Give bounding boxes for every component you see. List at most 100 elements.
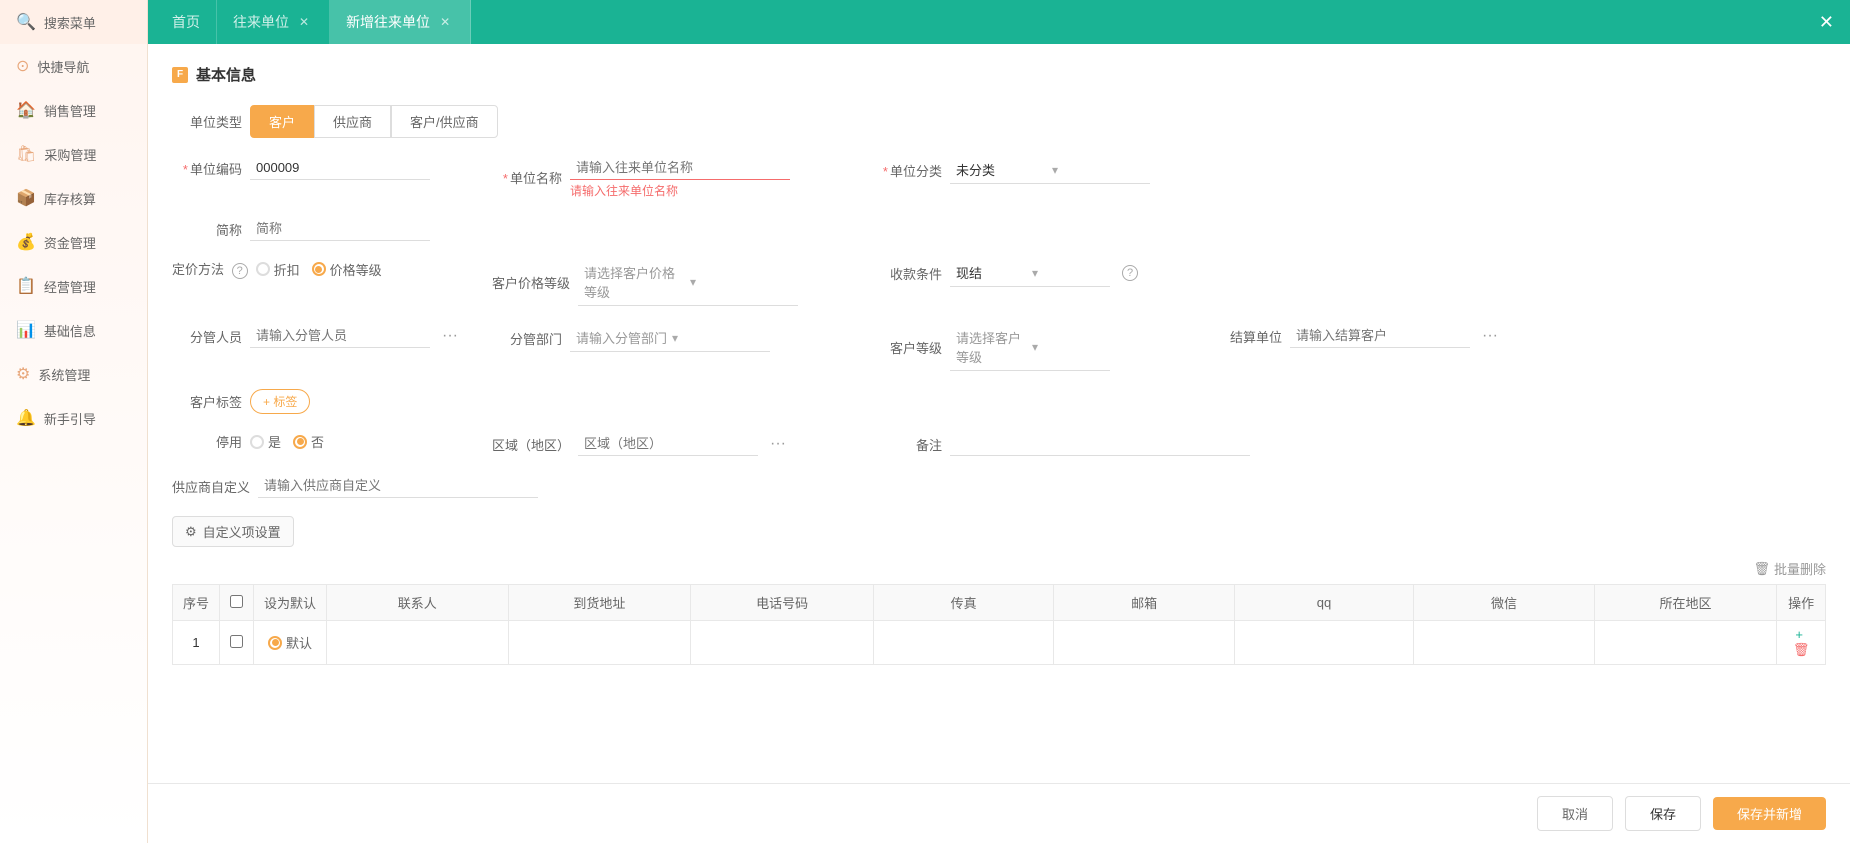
section-header-basic-info: F 基本信息	[172, 64, 1826, 85]
short-name-input[interactable]	[250, 217, 430, 241]
sidebar-item-inventory[interactable]: 📦 库存核算	[0, 176, 147, 220]
email-input[interactable]	[1062, 635, 1225, 650]
save-and-new-button[interactable]: 保存并新增	[1713, 797, 1826, 830]
cell-checkbox	[220, 621, 254, 665]
settlement-unit-input[interactable]	[1290, 324, 1470, 348]
cell-wechat[interactable]	[1414, 621, 1594, 665]
custom-settings-button[interactable]: ⚙ 自定义项设置	[172, 516, 294, 547]
supplier-custom-input[interactable]	[258, 474, 538, 498]
customer-level-select[interactable]: 请选择客户等级 ▾	[950, 324, 1110, 371]
pricing-radio-level[interactable]: 价格等级	[312, 260, 382, 279]
type-btn-customer[interactable]: 客户	[250, 105, 314, 138]
add-tag-button[interactable]: + 标签	[250, 389, 310, 414]
pricing-radio-level-circle	[312, 262, 326, 276]
sidebar-item-quick-nav[interactable]: ⊙ 快捷导航	[0, 44, 147, 88]
customer-price-level-placeholder: 请选择客户价格等级	[584, 263, 686, 301]
row-region-input[interactable]	[1603, 635, 1769, 650]
cell-fax[interactable]	[873, 621, 1053, 665]
field-disable: 停用 是 否	[172, 432, 492, 451]
sidebar-item-system[interactable]: ⚙ 系统管理	[0, 352, 147, 396]
region-more-btn[interactable]: ···	[766, 435, 790, 453]
sidebar-item-finance[interactable]: 💰 资金管理	[0, 220, 147, 264]
unit-category-select[interactable]: 未分类 ▾	[950, 156, 1150, 184]
sidebar-item-purchase[interactable]: 🛍 采购管理	[0, 132, 147, 176]
cell-address[interactable]	[508, 621, 691, 665]
note-input[interactable]	[950, 432, 1250, 456]
window-close-button[interactable]: ✕	[1811, 12, 1842, 33]
default-label: 默认	[286, 633, 312, 652]
sidebar-label-system: 系统管理	[38, 365, 90, 384]
field-unit-name: *单位名称 请输入往来单位名称	[492, 156, 872, 199]
region-input[interactable]	[578, 432, 758, 456]
unit-name-input[interactable]	[570, 156, 790, 180]
col-contact: 联系人	[327, 585, 509, 621]
pricing-option-level: 价格等级	[330, 260, 382, 279]
row-checkbox[interactable]	[230, 635, 243, 648]
sidebar-item-operation[interactable]: 📋 经营管理	[0, 264, 147, 308]
department-arrow: ▾	[672, 331, 764, 345]
qq-input[interactable]	[1243, 635, 1405, 650]
field-short-name: 简称	[172, 217, 492, 241]
disable-radio-no[interactable]: 否	[293, 432, 324, 451]
pricing-radio-discount[interactable]: 折扣	[256, 260, 300, 279]
cell-email[interactable]	[1054, 621, 1234, 665]
wechat-input[interactable]	[1422, 635, 1585, 650]
field-customer-price-level: 客户价格等级 请选择客户价格等级 ▾	[492, 259, 872, 306]
guide-icon: 🔔	[16, 408, 36, 428]
save-button[interactable]: 保存	[1625, 796, 1701, 831]
sidebar-label-purchase: 采购管理	[44, 145, 96, 164]
section-title-basic-info: 基本信息	[196, 64, 256, 85]
sidebar-item-sales[interactable]: 🏠 销售管理	[0, 88, 147, 132]
default-radio-item[interactable]: 默认	[262, 633, 318, 652]
unit-type-btn-group: 客户 供应商 客户/供应商	[250, 105, 498, 138]
pricing-radio-discount-circle	[256, 262, 270, 276]
department-select[interactable]: 请输入分管部门 ▾	[570, 324, 770, 352]
note-label: 备注	[872, 435, 942, 454]
sidebar-item-guide[interactable]: 🔔 新手引导	[0, 396, 147, 440]
type-btn-supplier[interactable]: 供应商	[314, 105, 391, 138]
unit-name-error: 请输入往来单位名称	[570, 182, 790, 199]
sidebar-label-quick-nav: 快捷导航	[37, 57, 89, 76]
customer-price-level-select[interactable]: 请选择客户价格等级 ▾	[578, 259, 798, 306]
tab-new-partner[interactable]: 新增往来单位 ✕	[330, 0, 471, 44]
customer-tag-label: 客户标签	[172, 392, 242, 411]
payment-terms-select[interactable]: 现结 ▾	[950, 259, 1110, 287]
cell-phone[interactable]	[691, 621, 874, 665]
form-row-short-name: 简称	[172, 217, 1826, 241]
unit-code-input[interactable]	[250, 156, 430, 180]
tab-new-partner-close[interactable]: ✕	[436, 13, 454, 31]
pricing-radio-group: 折扣 价格等级	[256, 260, 382, 279]
type-btn-both[interactable]: 客户/供应商	[391, 105, 498, 138]
row-delete-btn[interactable]: 🗑	[1793, 642, 1810, 657]
payment-terms-help-icon[interactable]: ?	[1122, 265, 1138, 281]
manager-input[interactable]	[250, 324, 430, 348]
cell-qq[interactable]	[1234, 621, 1413, 665]
sidebar-label-search: 搜索菜单	[44, 13, 96, 32]
tab-home[interactable]: 首页	[156, 0, 217, 44]
row-add-btn[interactable]: +	[1795, 627, 1803, 642]
col-action: 操作	[1777, 585, 1826, 621]
form-row-manager: 分管人员 ··· 分管部门 请输入分管部门 ▾ 客户等级 请选择客户等级	[172, 324, 1826, 371]
cell-region[interactable]	[1594, 621, 1777, 665]
tab-partner-close[interactable]: ✕	[295, 13, 313, 31]
tab-partner[interactable]: 往来单位 ✕	[217, 0, 330, 44]
col-default: 设为默认	[254, 585, 327, 621]
sidebar-item-basic-info[interactable]: 📊 基础信息	[0, 308, 147, 352]
table-select-all[interactable]	[230, 595, 243, 608]
contact-input[interactable]	[335, 635, 500, 650]
custom-settings-label: 自定义项设置	[203, 522, 281, 541]
cell-contact[interactable]	[327, 621, 509, 665]
phone-input[interactable]	[699, 635, 865, 650]
disable-radio-yes[interactable]: 是	[250, 432, 281, 451]
sidebar-item-search[interactable]: 🔍 搜索菜单	[0, 0, 147, 44]
region-label: 区域（地区）	[492, 435, 570, 454]
manager-more-btn[interactable]: ···	[438, 327, 462, 345]
address-input[interactable]	[517, 635, 683, 650]
settlement-unit-more-btn[interactable]: ···	[1478, 327, 1502, 345]
disable-no-circle	[293, 435, 307, 449]
form-row-supplier-custom: 供应商自定义	[172, 474, 1826, 498]
fax-input[interactable]	[882, 635, 1045, 650]
pricing-help-icon[interactable]: ?	[232, 263, 248, 279]
unit-code-label: *单位编码	[172, 159, 242, 178]
cancel-button[interactable]: 取消	[1537, 796, 1613, 831]
